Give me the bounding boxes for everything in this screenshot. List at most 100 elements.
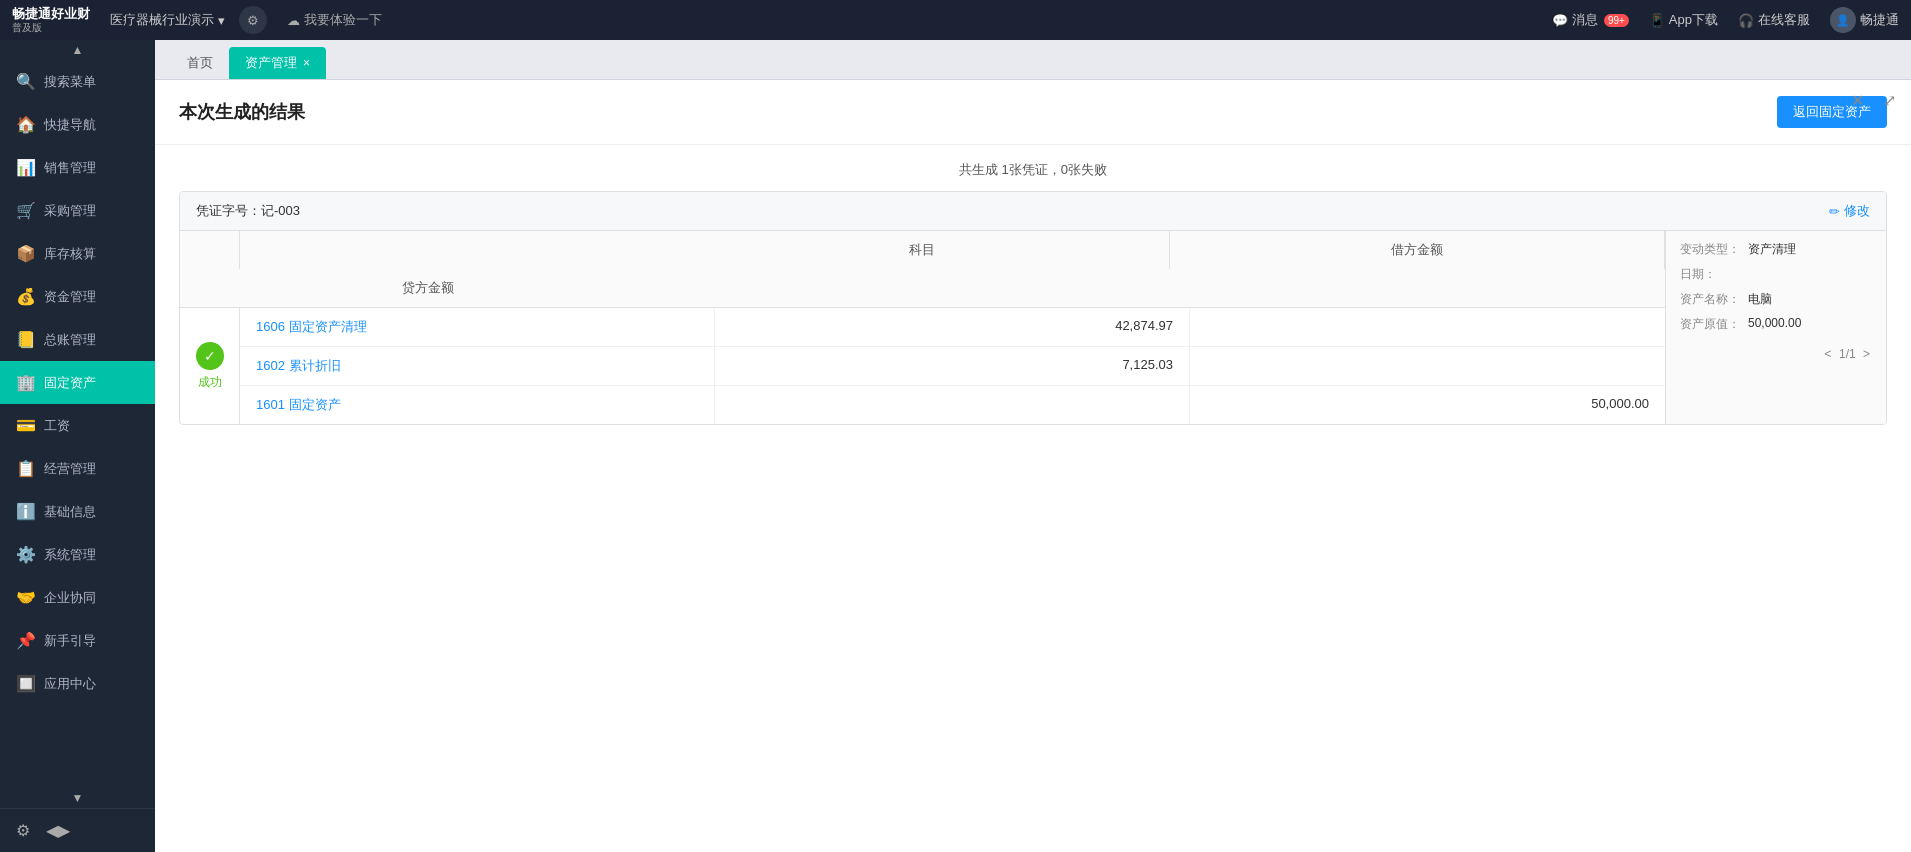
home-icon: 🏠 (16, 115, 36, 134)
sidebar-item-payroll[interactable]: 💳 工资 (0, 404, 155, 447)
expand-icon: ⤢ (1883, 91, 1896, 110)
customer-service-button[interactable]: 🎧 在线客服 (1738, 11, 1810, 29)
sidebar-scroll: 🔍 搜索菜单 🏠 快捷导航 📊 销售管理 🛒 采购管理 📦 库存核算 💰 (0, 60, 155, 788)
voucher-card: 凭证字号：记-003 ✏ 修改 科目 借方金额 (179, 191, 1887, 425)
result-summary: 共生成 1张凭证，0张失败 (179, 161, 1887, 179)
sidebar-item-guide[interactable]: 📌 新手引导 (0, 619, 155, 662)
app-download-button[interactable]: 📱 App下载 (1649, 11, 1718, 29)
settings-button[interactable]: ⚙ (239, 6, 267, 34)
workspace-label: 医疗器械行业演示 (110, 11, 214, 29)
sidebar-item-ledger[interactable]: 📒 总账管理 (0, 318, 155, 361)
close-icon: ✕ (1851, 91, 1864, 110)
debit-1606: 42,874.97 (715, 308, 1190, 346)
asset-value-row: 资产原值： 50,000.00 (1680, 316, 1872, 333)
sidebar-item-sales[interactable]: 📊 销售管理 (0, 146, 155, 189)
message-badge: 99+ (1604, 14, 1629, 27)
download-icon: 📱 (1649, 13, 1665, 28)
page-content: ✕ ⤢ 本次生成的结果 返回固定资产 共生成 1张凭证，0张失败 凭证字号：记-… (155, 80, 1911, 852)
tab-home-label: 首页 (187, 54, 213, 72)
workspace-selector[interactable]: 医疗器械行业演示 ▾ (110, 11, 229, 29)
logo-title: 畅捷通好业财 (12, 6, 90, 22)
sidebar-label-app-center: 应用中心 (44, 675, 96, 693)
result-area: 共生成 1张凭证，0张失败 凭证字号：记-003 ✏ 修改 (155, 145, 1911, 441)
purchase-icon: 🛒 (16, 201, 36, 220)
sidebar-item-operations[interactable]: 📋 经营管理 (0, 447, 155, 490)
sidebar: ▲ 🔍 搜索菜单 🏠 快捷导航 📊 销售管理 🛒 采购管理 📦 库存核算 (0, 40, 155, 852)
voucher-right-panel: 变动类型： 资产清理 日期： 资产名称： 电脑 (1666, 231, 1886, 424)
settings-icon: ⚙ (247, 13, 259, 28)
subject-1602[interactable]: 1602 累计折旧 (240, 347, 715, 385)
asset-name-label: 资产名称： (1680, 291, 1740, 308)
header-right: 💬 消息 99+ 📱 App下载 🎧 在线客服 👤 畅捷通 (1552, 7, 1899, 33)
sidebar-item-funds[interactable]: 💰 资金管理 (0, 275, 155, 318)
app-download-label: App下载 (1669, 11, 1718, 29)
tab-home[interactable]: 首页 (171, 47, 229, 79)
sales-icon: 📊 (16, 158, 36, 177)
change-type-row: 变动类型： 资产清理 (1680, 241, 1872, 258)
voucher-body: 科目 借方金额 贷方金额 ✓ 成功 (180, 231, 1886, 424)
tab-close-icon[interactable]: × (303, 56, 310, 70)
pagination-next[interactable]: > (1863, 347, 1870, 361)
logo-area: 畅捷通好业财 普及版 (12, 6, 90, 34)
col-debit: 借方金额 (1170, 231, 1665, 269)
sidebar-item-fixed-assets[interactable]: 🏢 固定资产 (0, 361, 155, 404)
guide-icon: 📌 (16, 631, 36, 650)
sidebar-label-enterprise: 企业协同 (44, 589, 96, 607)
tab-asset-mgmt[interactable]: 资产管理 × (229, 47, 326, 79)
voucher-number: 凭证字号：记-003 (196, 202, 300, 220)
content-area: 首页 资产管理 × ✕ ⤢ 本次生成的结果 返回固定资产 (155, 40, 1911, 852)
sidebar-bottom: ⚙ ◀▶ (0, 808, 155, 852)
service-icon: 🎧 (1738, 13, 1754, 28)
sidebar-label-quick-nav: 快捷导航 (44, 116, 96, 134)
subject-1601[interactable]: 1601 固定资产 (240, 386, 715, 424)
experience-button[interactable]: ☁ 我要体验一下 (283, 11, 382, 29)
operations-icon: 📋 (16, 459, 36, 478)
enterprise-icon: 🤝 (16, 588, 36, 607)
sidebar-label-guide: 新手引导 (44, 632, 96, 650)
success-indicator: ✓ 成功 (180, 308, 240, 424)
float-controls: ✕ ⤢ (1835, 80, 1911, 120)
sidebar-label-search: 搜索菜单 (44, 73, 96, 91)
sidebar-item-enterprise[interactable]: 🤝 企业协同 (0, 576, 155, 619)
workspace-chevron-icon: ▾ (218, 13, 225, 28)
sidebar-item-inventory[interactable]: 📦 库存核算 (0, 232, 155, 275)
customer-service-label: 在线客服 (1758, 11, 1810, 29)
voucher-edit-button[interactable]: ✏ 修改 (1829, 202, 1870, 220)
collapse-icon[interactable]: ◀▶ (46, 821, 70, 840)
sidebar-item-app-center[interactable]: 🔲 应用中心 (0, 662, 155, 705)
success-circle: ✓ (196, 342, 224, 370)
expand-panel-button[interactable]: ⤢ (1875, 86, 1903, 114)
user-area[interactable]: 👤 畅捷通 (1830, 7, 1899, 33)
asset-name-value: 电脑 (1748, 291, 1772, 308)
sidebar-item-quick-nav[interactable]: 🏠 快捷导航 (0, 103, 155, 146)
subject-1606[interactable]: 1606 固定资产清理 (240, 308, 715, 346)
avatar: 👤 (1830, 7, 1856, 33)
pagination-prev[interactable]: < (1825, 347, 1832, 361)
sidebar-label-ledger: 总账管理 (44, 331, 96, 349)
sidebar-label-fixed-assets: 固定资产 (44, 374, 96, 392)
ledger-icon: 📒 (16, 330, 36, 349)
system-icon: ⚙️ (16, 545, 36, 564)
main-layout: ▲ 🔍 搜索菜单 🏠 快捷导航 📊 销售管理 🛒 采购管理 📦 库存核算 (0, 40, 1911, 852)
sidebar-item-system[interactable]: ⚙️ 系统管理 (0, 533, 155, 576)
sidebar-item-search[interactable]: 🔍 搜索菜单 (0, 60, 155, 103)
tab-bar: 首页 资产管理 × (155, 40, 1911, 80)
scroll-down-arrow[interactable]: ▼ (0, 788, 155, 808)
message-button[interactable]: 💬 消息 99+ (1552, 11, 1629, 29)
scroll-up-arrow[interactable]: ▲ (0, 40, 155, 60)
settings-bottom-icon[interactable]: ⚙ (16, 821, 30, 840)
fixed-assets-icon: 🏢 (16, 373, 36, 392)
table-header: 科目 借方金额 贷方金额 (180, 231, 1665, 308)
sidebar-label-sales: 销售管理 (44, 159, 96, 177)
table-row: 1606 固定资产清理 42,874.97 (240, 308, 1665, 347)
close-panel-button[interactable]: ✕ (1843, 86, 1871, 114)
arrow-up-icon: ▲ (72, 43, 84, 57)
voucher-header: 凭证字号：记-003 ✏ 修改 (180, 192, 1886, 231)
sidebar-item-purchase[interactable]: 🛒 采购管理 (0, 189, 155, 232)
arrow-down-icon: ▼ (72, 791, 84, 805)
inventory-icon: 📦 (16, 244, 36, 263)
basic-info-icon: ℹ️ (16, 502, 36, 521)
sidebar-label-purchase: 采购管理 (44, 202, 96, 220)
page-header: 本次生成的结果 返回固定资产 (155, 80, 1911, 145)
sidebar-item-basic-info[interactable]: ℹ️ 基础信息 (0, 490, 155, 533)
